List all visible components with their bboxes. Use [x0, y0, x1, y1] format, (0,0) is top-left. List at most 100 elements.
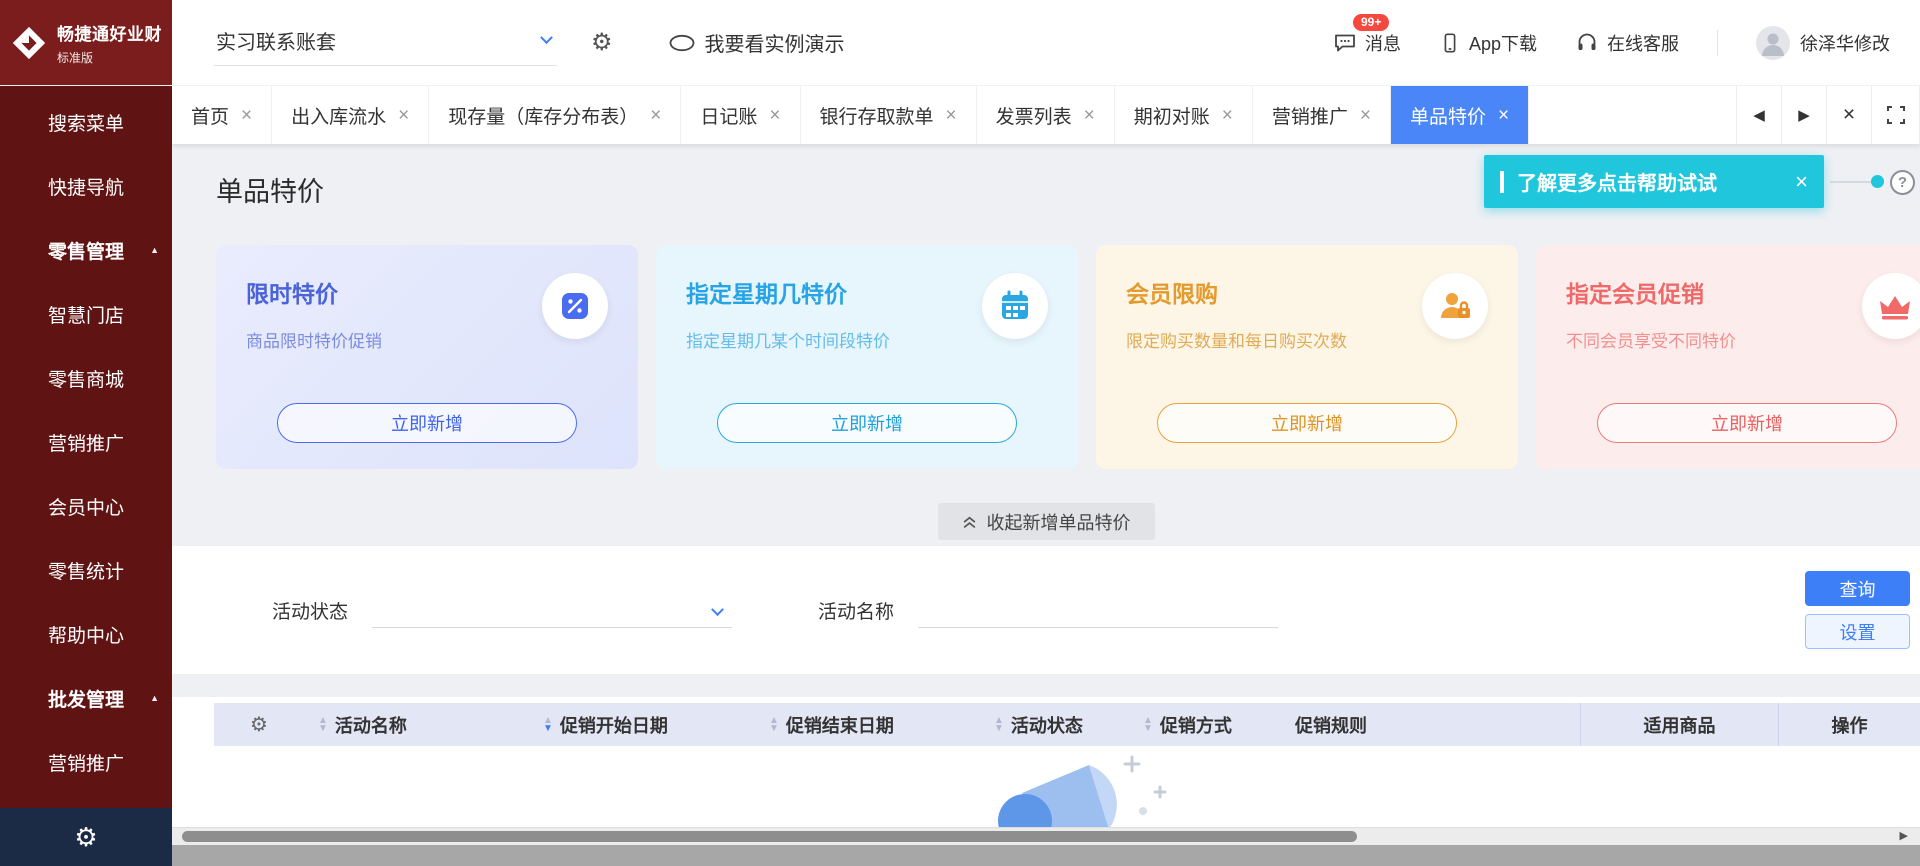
- banner-accent-bar: [1500, 170, 1504, 193]
- fullscreen-icon[interactable]: [1872, 86, 1920, 144]
- help-indicator-dot[interactable]: [1871, 175, 1884, 188]
- brand-name: 畅捷通好业财: [57, 24, 162, 44]
- app-download-button[interactable]: App下载: [1439, 30, 1537, 56]
- tab-label: 单品特价: [1410, 106, 1487, 128]
- column-header-促销方式[interactable]: ▲ ▼ 促销方式: [1129, 703, 1281, 746]
- tab-close-icon[interactable]: ×: [398, 106, 409, 125]
- sidebar-item-label: 会员中心: [47, 497, 124, 519]
- topbar-main: 实习联系账套 ⚙ 我要看实例演示 99+ 消息 App下载 在线客服 徐泽华修改: [172, 0, 1920, 85]
- help-banner-text: 了解更多点击帮助试试: [1517, 173, 1717, 195]
- column-label: 适用商品: [1643, 715, 1716, 736]
- tab-close-icon[interactable]: ×: [946, 106, 957, 125]
- column-label: 操作: [1831, 715, 1868, 736]
- brand-logo-icon: [12, 26, 46, 59]
- help-banner[interactable]: 了解更多点击帮助试试 ×: [1484, 155, 1824, 208]
- online-service-button[interactable]: 在线客服: [1575, 30, 1679, 56]
- add-now-button[interactable]: 立即新增: [717, 403, 1017, 443]
- tab-日记账[interactable]: 日记账 ×: [681, 86, 801, 144]
- status-filter-select[interactable]: [372, 592, 733, 628]
- tab-close-icon[interactable]: ×: [1222, 106, 1233, 125]
- tab-scroll-left-button[interactable]: ◀: [1737, 86, 1782, 144]
- add-now-button[interactable]: 立即新增: [277, 403, 577, 443]
- messages-button[interactable]: 99+ 消息: [1333, 13, 1401, 56]
- collapse-promo-button[interactable]: 收起新增单品特价: [937, 503, 1155, 540]
- app-download-label: App下载: [1468, 33, 1537, 54]
- name-filter-input[interactable]: [918, 592, 1279, 628]
- table-panel: ⚙ ▲ ▼ 活动名称 ▲ ▼ 促销开始日期 ▲ ▼ 促销结束日期 ▲ ▼ 活动状态 ▲ ▼ 促销方式 促销规则…: [172, 697, 1920, 827]
- close-tabs-button[interactable]: ×: [1827, 86, 1872, 144]
- sort-icon[interactable]: ▲ ▼: [994, 715, 1004, 733]
- sort-icon[interactable]: ▲ ▼: [769, 715, 779, 733]
- user-menu[interactable]: 徐泽华修改: [1756, 25, 1890, 60]
- banner-close-icon[interactable]: ×: [1795, 169, 1808, 195]
- tab-营销推广[interactable]: 营销推广 ×: [1253, 86, 1391, 144]
- brand-edition: 标准版: [57, 50, 94, 65]
- tab-label: 银行存取款单: [819, 106, 934, 128]
- tab-close-icon[interactable]: ×: [241, 106, 252, 125]
- scrollbar-thumb[interactable]: [182, 831, 1357, 842]
- horizontal-scrollbar[interactable]: ▶: [172, 827, 1920, 845]
- tab-scroll-right-button[interactable]: ▶: [1782, 86, 1827, 144]
- column-header-活动状态[interactable]: ▲ ▼ 活动状态: [980, 703, 1129, 746]
- sidebar-section-批发管理[interactable]: 批发管理 ▲: [0, 666, 172, 730]
- tab-期初对账[interactable]: 期初对账 ×: [1115, 86, 1253, 144]
- brand-logo[interactable]: 畅捷通好业财 标准版: [0, 0, 172, 85]
- tab-单品特价[interactable]: 单品特价 ×: [1391, 86, 1530, 144]
- account-selector[interactable]: 实习联系账套: [214, 20, 557, 66]
- sidebar-section-零售管理[interactable]: 零售管理 ▲: [0, 218, 172, 282]
- tab-出入库流水[interactable]: 出入库流水 ×: [272, 86, 430, 144]
- sidebar-item-零售商城[interactable]: 零售商城: [0, 346, 172, 410]
- sidebar-item-会员中心[interactable]: 会员中心: [0, 474, 172, 538]
- table-settings-column[interactable]: ⚙: [214, 703, 304, 746]
- settings-gear-icon[interactable]: ⚙: [591, 30, 613, 55]
- tab-close-icon[interactable]: ×: [1498, 106, 1509, 125]
- add-now-button[interactable]: 立即新增: [1597, 403, 1897, 443]
- crown-icon: [1862, 273, 1920, 339]
- sidebar-item-搜索菜单[interactable]: 搜索菜单: [0, 90, 172, 154]
- sidebar-item-营销推广[interactable]: 营销推广: [0, 410, 172, 474]
- gear-icon[interactable]: ⚙: [74, 824, 97, 850]
- account-name: 实习联系账套: [216, 31, 336, 54]
- promo-card-member-promo: 指定会员促销 不同会员享受不同特价 立即新增: [1536, 245, 1920, 469]
- sidebar-item-帮助中心[interactable]: 帮助中心: [0, 602, 172, 666]
- sort-icon[interactable]: ▲ ▼: [1143, 715, 1153, 733]
- column-label: 促销方式: [1159, 715, 1232, 736]
- promo-cards: 限时特价 商品限时特价促销 立即新增 指定星期几特价 指定星期几某个时间段特价 …: [216, 245, 1920, 469]
- tab-发票列表[interactable]: 发票列表 ×: [977, 86, 1115, 144]
- sidebar-item-营销推广[interactable]: 营销推广: [0, 730, 172, 794]
- scroll-right-arrow-icon[interactable]: ▶: [1900, 829, 1908, 842]
- help-question-icon[interactable]: ?: [1890, 170, 1915, 195]
- add-now-button[interactable]: 立即新增: [1157, 403, 1457, 443]
- tab-银行存取款单[interactable]: 银行存取款单 ×: [801, 86, 977, 144]
- tab-首页[interactable]: 首页 ×: [172, 86, 273, 144]
- sort-icon[interactable]: ▲ ▼: [543, 715, 553, 733]
- divider: [1717, 29, 1718, 56]
- page-content: 单品特价 了解更多点击帮助试试 × ? 限时特价 商品限时特价促销 立即新增 指…: [172, 144, 1920, 866]
- tab-现存量（库存分布表）[interactable]: 现存量（库存分布表） ×: [429, 86, 682, 144]
- sort-icon[interactable]: ▲ ▼: [318, 715, 328, 733]
- calendar-icon: [982, 273, 1048, 339]
- column-header-促销结束日期[interactable]: ▲ ▼ 促销结束日期: [755, 703, 980, 746]
- settings-button[interactable]: 设置: [1805, 614, 1910, 649]
- topbar: 畅捷通好业财 标准版 实习联系账套 ⚙ 我要看实例演示 99+ 消息 App下载…: [0, 0, 1920, 86]
- avatar: [1756, 25, 1790, 60]
- demo-link[interactable]: 我要看实例演示: [669, 28, 845, 57]
- tab-close-icon[interactable]: ×: [1360, 106, 1371, 125]
- tab-close-icon[interactable]: ×: [769, 106, 780, 125]
- query-button[interactable]: 查询: [1805, 571, 1910, 606]
- column-header-促销开始日期[interactable]: ▲ ▼ 促销开始日期: [529, 703, 755, 746]
- sidebar-item-零售统计[interactable]: 零售统计: [0, 538, 172, 602]
- tab-label: 日记账: [700, 106, 758, 128]
- tab-close-icon[interactable]: ×: [650, 106, 661, 125]
- window-scrollbar[interactable]: [172, 845, 1920, 866]
- status-filter-label: 活动状态: [272, 601, 349, 623]
- collapse-arrow-icon: ▲: [150, 245, 159, 255]
- tab-label: 期初对账: [1133, 106, 1210, 128]
- sidebar-item-快捷导航[interactable]: 快捷导航: [0, 154, 172, 218]
- sidebar-footer: ⚙: [0, 808, 172, 866]
- column-header-适用商品: 适用商品: [1580, 703, 1778, 746]
- tab-label: 现存量（库存分布表）: [448, 106, 639, 128]
- tab-close-icon[interactable]: ×: [1084, 106, 1095, 125]
- sidebar-item-智慧门店[interactable]: 智慧门店: [0, 282, 172, 346]
- column-header-活动名称[interactable]: ▲ ▼ 活动名称: [304, 703, 529, 746]
